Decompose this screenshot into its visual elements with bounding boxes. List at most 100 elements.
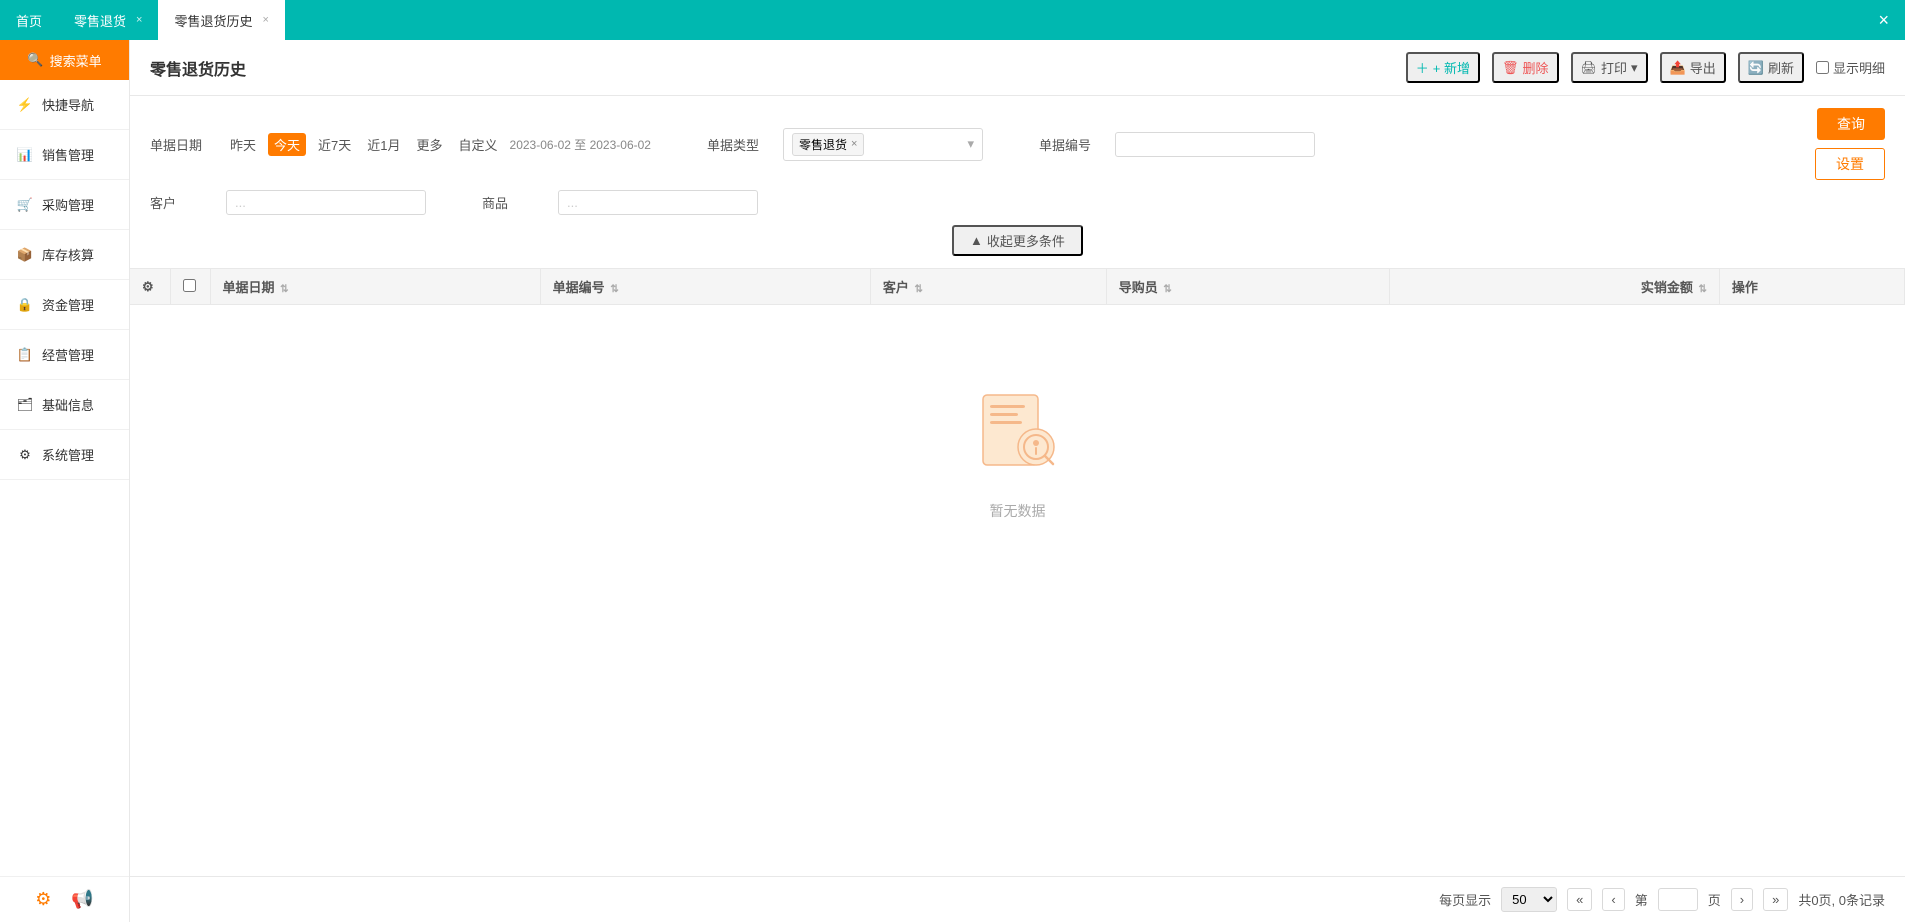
- bill-type-filter-label: 单据类型: [707, 135, 767, 154]
- page-prev-button[interactable]: ‹: [1602, 888, 1624, 911]
- bill-type-dropdown-icon: ▾: [967, 136, 974, 152]
- window-close-button[interactable]: ×: [1878, 10, 1889, 31]
- bill-number-input[interactable]: [1115, 132, 1315, 157]
- top-bar-right: ×: [1878, 10, 1905, 31]
- sidebar-item-capital-mgmt[interactable]: 🔒 资金管理: [0, 280, 129, 330]
- th-customer-label: 客户: [883, 280, 909, 295]
- sidebar: 🔍 搜索菜单 ⚡ 快捷导航 📊 销售管理 🛒 采购管理 📦 库存核算 🔒 资金管…: [0, 40, 130, 922]
- customer-filter-label: 客户: [150, 193, 210, 212]
- tab-retail-return-history[interactable]: 零售退货历史 ×: [158, 0, 284, 40]
- export-button[interactable]: 📤 导出: [1660, 52, 1726, 83]
- th-bill-date[interactable]: 单据日期 ⇅: [210, 269, 540, 305]
- page-title: 零售退货历史: [150, 56, 246, 80]
- sidebar-item-system-mgmt[interactable]: ⚙ 系统管理: [0, 430, 129, 480]
- sidebar-search-label: 搜索菜单: [50, 51, 102, 70]
- product-select[interactable]: ...: [558, 190, 758, 215]
- bill-date-sort-icon: ⇅: [280, 284, 288, 295]
- empty-state: 暂无数据: [130, 305, 1905, 601]
- tab-retail-return-history-close[interactable]: ×: [262, 14, 268, 26]
- th-guide[interactable]: 导购员 ⇅: [1106, 269, 1389, 305]
- delete-button[interactable]: 🗑 删除: [1492, 52, 1559, 83]
- th-operation: 操作: [1719, 269, 1904, 305]
- page-first-button[interactable]: «: [1567, 888, 1592, 911]
- show-detail-label: 显示明细: [1833, 58, 1885, 77]
- table-container: ⚙ 单据日期 ⇅ 单据编号 ⇅: [130, 269, 1905, 876]
- date-opt-yesterday[interactable]: 昨天: [226, 133, 260, 156]
- th-bill-number[interactable]: 单据编号 ⇅: [540, 269, 870, 305]
- actual-amount-sort-icon: ⇅: [1699, 284, 1707, 295]
- operations-icon: 📋: [16, 346, 34, 364]
- customer-sort-icon: ⇅: [914, 284, 922, 295]
- th-checkbox[interactable]: [170, 269, 210, 305]
- print-button[interactable]: 🖨 打印 ▾: [1571, 52, 1648, 83]
- sidebar-item-quick-nav[interactable]: ⚡ 快捷导航: [0, 80, 129, 130]
- page-number-input[interactable]: 1: [1658, 888, 1698, 911]
- bill-type-tag-close[interactable]: ×: [851, 138, 857, 150]
- sidebar-item-sales-mgmt[interactable]: 📊 销售管理: [0, 130, 129, 180]
- collapse-label: 收起更多条件: [987, 231, 1065, 250]
- print-dropdown-icon: ▾: [1631, 60, 1638, 76]
- select-all-checkbox[interactable]: [183, 279, 196, 292]
- customer-select[interactable]: ...: [226, 190, 426, 215]
- sidebar-item-basic-info[interactable]: 🗂 基础信息: [0, 380, 129, 430]
- page-last-button[interactable]: »: [1763, 888, 1788, 911]
- th-settings[interactable]: ⚙: [130, 269, 170, 305]
- show-detail-checkbox[interactable]: [1816, 61, 1829, 74]
- sidebar-search[interactable]: 🔍 搜索菜单: [0, 40, 129, 80]
- sidebar-item-inventory-label: 库存核算: [42, 245, 94, 264]
- date-opt-more[interactable]: 更多: [413, 133, 447, 156]
- tab-retail-return[interactable]: 零售退货 ×: [58, 0, 158, 40]
- sales-icon: 📊: [16, 146, 34, 164]
- collapse-button[interactable]: ▲ 收起更多条件: [952, 225, 1083, 256]
- date-options: 昨天 今天 近7天 近1月 更多 自定义 2023-06-02 至 2023-0…: [226, 133, 651, 156]
- filter-settings-button[interactable]: 设置: [1815, 148, 1885, 180]
- date-opt-last7days[interactable]: 近7天: [314, 133, 355, 156]
- page-next-button[interactable]: ›: [1731, 888, 1753, 911]
- sidebar-item-inventory[interactable]: 📦 库存核算: [0, 230, 129, 280]
- date-opt-last1month[interactable]: 近1月: [363, 133, 404, 156]
- sidebar-item-purchase-mgmt[interactable]: 🛒 采购管理: [0, 180, 129, 230]
- tab-retail-return-close[interactable]: ×: [136, 14, 142, 26]
- sidebar-item-operations-mgmt[interactable]: 📋 经营管理: [0, 330, 129, 380]
- sidebar-item-system-label: 系统管理: [42, 445, 94, 464]
- date-opt-today[interactable]: 今天: [268, 133, 306, 156]
- column-settings-icon[interactable]: ⚙: [142, 279, 154, 294]
- search-icon: 🔍: [27, 52, 43, 68]
- capital-icon: 🔒: [16, 296, 34, 314]
- new-button[interactable]: ＋ + 新增: [1406, 52, 1480, 83]
- delete-label: 删除: [1523, 58, 1549, 77]
- basic-info-icon: 🗂: [16, 396, 34, 414]
- sidebar-item-capital-label: 资金管理: [42, 295, 94, 314]
- th-customer[interactable]: 客户 ⇅: [870, 269, 1106, 305]
- tab-list: 首页 零售退货 × 零售退货历史 ×: [0, 0, 1878, 40]
- table-header-row: ⚙ 单据日期 ⇅ 单据编号 ⇅: [130, 269, 1905, 305]
- show-detail-checkbox-label[interactable]: 显示明细: [1816, 58, 1885, 77]
- filter-area: 单据日期 昨天 今天 近7天 近1月 更多 自定义 2023-06-02 至 2…: [130, 96, 1905, 269]
- bill-number-sort-icon: ⇅: [610, 284, 618, 295]
- bill-type-select[interactable]: 零售退货 × ▾: [783, 128, 983, 161]
- delete-icon: 🗑: [1502, 60, 1519, 76]
- settings-bottom-icon[interactable]: ⚙: [35, 889, 51, 910]
- refresh-button[interactable]: 🔄 刷新: [1738, 52, 1804, 83]
- table-header: ⚙ 单据日期 ⇅ 单据编号 ⇅: [130, 269, 1905, 305]
- tab-home-label: 首页: [16, 11, 42, 30]
- query-button[interactable]: 查询: [1817, 108, 1885, 140]
- page-size-label: 每页显示: [1439, 890, 1491, 909]
- speaker-bottom-icon[interactable]: 📢: [71, 889, 93, 910]
- th-guide-label: 导购员: [1119, 280, 1158, 295]
- sidebar-bottom: ⚙ 📢: [0, 876, 129, 922]
- bill-number-filter-label: 单据编号: [1039, 135, 1099, 154]
- date-range-display: 2023-06-02 至 2023-06-02: [510, 136, 651, 153]
- tab-home[interactable]: 首页: [0, 0, 58, 40]
- new-icon: ＋: [1416, 58, 1429, 77]
- refresh-icon: 🔄: [1748, 60, 1764, 76]
- empty-state-text: 暂无数据: [990, 501, 1046, 521]
- th-actual-amount[interactable]: 实销金额 ⇅: [1389, 269, 1719, 305]
- bill-type-tag: 零售退货 ×: [792, 133, 864, 156]
- tab-retail-return-label: 零售退货: [74, 11, 126, 30]
- refresh-label: 刷新: [1768, 58, 1794, 77]
- print-icon: 🖨: [1581, 60, 1598, 76]
- new-label: + 新增: [1433, 58, 1470, 77]
- page-size-select[interactable]: 10 20 50 100: [1501, 887, 1557, 912]
- date-opt-custom[interactable]: 自定义: [455, 133, 502, 156]
